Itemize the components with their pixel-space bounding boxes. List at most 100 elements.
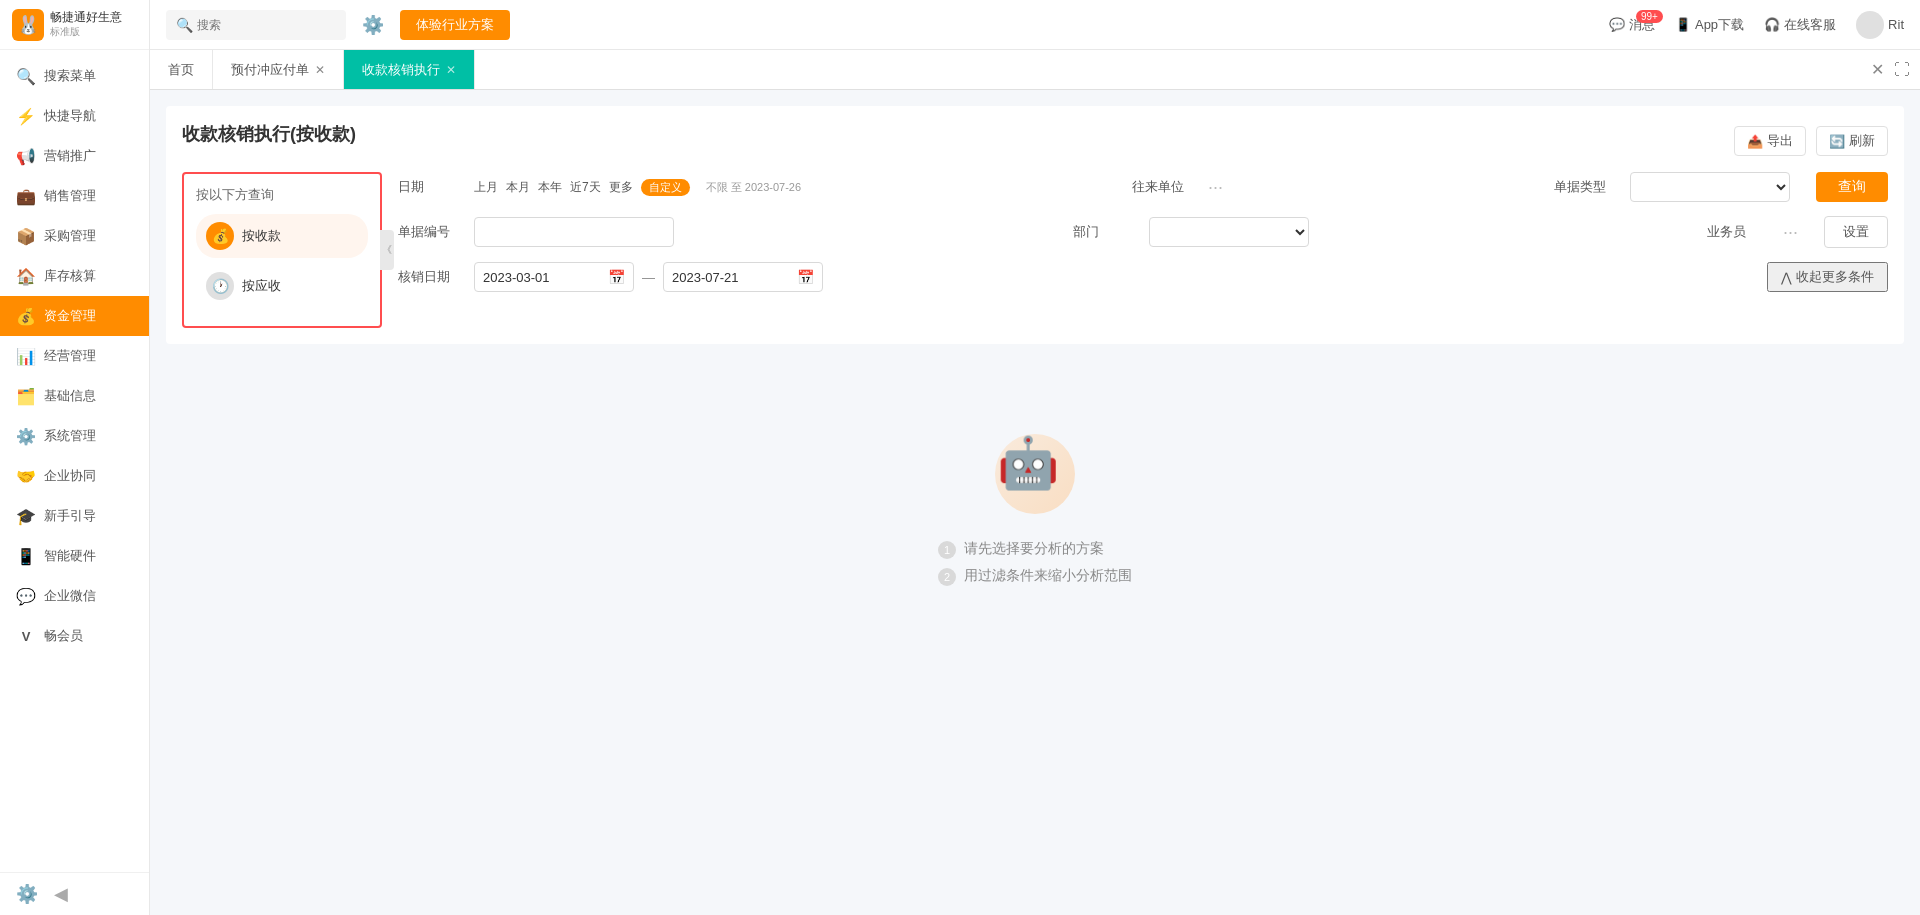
topbar-user[interactable]: Rit: [1856, 11, 1904, 39]
sidebar-item-collab[interactable]: 🤝 企业协同: [0, 456, 149, 496]
receipt-option-icon: 💰: [206, 222, 234, 250]
filter-layout: 按以下方查询 💰 按收款 🕐 按应收 《 日期: [182, 172, 1888, 328]
date-custom-badge[interactable]: 自定义: [641, 179, 690, 196]
filter-option-by-receipt[interactable]: 💰 按收款: [196, 214, 368, 258]
collapse-sidebar-icon[interactable]: ◀: [54, 883, 68, 905]
sidebar-item-member[interactable]: V 畅会员: [0, 616, 149, 656]
export-label: 导出: [1767, 132, 1793, 150]
filter-row-2: 单据编号 部门 业务员 ··· 设置: [398, 216, 1888, 248]
sidebar-item-finance[interactable]: 💰 资金管理: [0, 296, 149, 336]
verify-date-start-wrap[interactable]: 📅: [474, 262, 634, 292]
filter-row-3: 核销日期 📅 — 📅: [398, 262, 1888, 292]
logo-icon: 🐰: [12, 9, 44, 41]
system-icon: ⚙️: [16, 426, 36, 446]
voucher-type-select[interactable]: [1630, 172, 1790, 202]
sidebar-item-label: 快捷导航: [44, 107, 96, 125]
search-icon: 🔍: [176, 17, 193, 33]
voucher-no-input[interactable]: [474, 217, 674, 247]
sidebar-item-label: 新手引导: [44, 507, 96, 525]
topbar-service[interactable]: 🎧 在线客服: [1764, 16, 1836, 34]
purchase-icon: 📦: [16, 226, 36, 246]
solution-button[interactable]: 体验行业方案: [400, 10, 510, 40]
empty-tip-2: 2 用过滤条件来缩小分析范围: [938, 567, 1132, 586]
verify-date-end-input[interactable]: [672, 270, 793, 285]
sales-icon: 💼: [16, 186, 36, 206]
sidebar-item-search[interactable]: 🔍 搜索菜单: [0, 56, 149, 96]
sidebar-item-marketing[interactable]: 📢 营销推广: [0, 136, 149, 176]
filter-panel-collapse-btn[interactable]: 《: [380, 230, 394, 270]
topbar-right: 💬 消息 99+ 📱 App下载 🎧 在线客服 Rit: [1609, 11, 1904, 39]
message-badge: 99+: [1636, 10, 1663, 23]
sidebar-item-sales[interactable]: 💼 销售管理: [0, 176, 149, 216]
tab-receipt-close-icon[interactable]: ✕: [446, 63, 456, 77]
dept-select[interactable]: [1149, 217, 1309, 247]
tab-close-button[interactable]: ✕: [1871, 60, 1884, 79]
sidebar-item-wechat[interactable]: 💬 企业微信: [0, 576, 149, 616]
tabbar: 首页 预付冲应付单 ✕ 收款核销执行 ✕ ✕ ⛶: [150, 50, 1920, 90]
title-bar: 收款核销执行(按收款) 📤 导出 🔄 刷新: [182, 122, 1888, 160]
main-area: 🔍 ⚙️ 体验行业方案 💬 消息 99+ 📱 App下载 🎧 在线客服 Rit: [150, 0, 1920, 915]
page-title: 收款核销执行(按收款): [182, 122, 356, 146]
sidebar-item-label: 企业微信: [44, 587, 96, 605]
sidebar-item-label: 资金管理: [44, 307, 96, 325]
empty-robot-icon: 🤖: [997, 434, 1059, 492]
sidebar-item-purchase[interactable]: 📦 采购管理: [0, 216, 149, 256]
sidebar-item-hardware[interactable]: 📱 智能硬件: [0, 536, 149, 576]
logo-area: 🐰 畅捷通好生意 标准版: [0, 0, 149, 50]
topbar-search-box[interactable]: 🔍: [166, 10, 346, 40]
calendar-icon-end[interactable]: 📅: [797, 269, 814, 285]
sidebar-item-quicknav[interactable]: ⚡ 快捷导航: [0, 96, 149, 136]
filter-option-receivable-label: 按应收: [242, 277, 281, 295]
dept-label: 部门: [1073, 223, 1133, 241]
topbar-message[interactable]: 💬 消息 99+: [1609, 16, 1655, 34]
calendar-icon-start[interactable]: 📅: [608, 269, 625, 285]
collapse-more-button[interactable]: ⋀ 收起更多条件: [1767, 262, 1888, 292]
topbar-search-input[interactable]: [197, 18, 336, 32]
date-link-this-month[interactable]: 本月: [506, 179, 530, 196]
tab-prepay-label: 预付冲应付单: [231, 61, 309, 79]
tip-num-1: 1: [938, 541, 956, 559]
page-content: 收款核销执行(按收款) 📤 导出 🔄 刷新 按以下方查询: [150, 90, 1920, 915]
sidebar-item-system[interactable]: ⚙️ 系统管理: [0, 416, 149, 456]
sidebar-item-label: 采购管理: [44, 227, 96, 245]
verify-date-end-wrap[interactable]: 📅: [663, 262, 823, 292]
basic-icon: 🗂️: [16, 386, 36, 406]
export-button[interactable]: 📤 导出: [1734, 126, 1806, 156]
date-link-more[interactable]: 更多: [609, 179, 633, 196]
date-link-last-month[interactable]: 上月: [474, 179, 498, 196]
tab-home[interactable]: 首页: [150, 50, 213, 89]
tab-receipt-label: 收款核销执行: [362, 61, 440, 79]
voucher-no-label: 单据编号: [398, 223, 458, 241]
filter-left-title: 按以下方查询: [196, 186, 368, 204]
member-icon: V: [16, 626, 36, 646]
wechat-icon: 💬: [16, 586, 36, 606]
tab-prepay-close-icon[interactable]: ✕: [315, 63, 325, 77]
settings-icon[interactable]: ⚙️: [16, 883, 38, 905]
sidebar-item-label: 基础信息: [44, 387, 96, 405]
staff-dots-icon[interactable]: ···: [1783, 222, 1798, 243]
sidebar-nav: 🔍 搜索菜单 ⚡ 快捷导航 📢 营销推广 💼 销售管理 📦 采购管理 🏠 库存核…: [0, 50, 149, 872]
tab-receipt[interactable]: 收款核销执行 ✕: [344, 50, 475, 89]
verify-date-start-input[interactable]: [483, 270, 604, 285]
tab-home-label: 首页: [168, 61, 194, 79]
unit-dots-icon[interactable]: ···: [1208, 177, 1223, 198]
query-button[interactable]: 查询: [1816, 172, 1888, 202]
settings-button[interactable]: 设置: [1824, 216, 1888, 248]
inventory-icon: 🏠: [16, 266, 36, 286]
filter-row-1: 日期 上月 本月 本年 近7天 更多 自定义: [398, 172, 1888, 202]
tab-prepay[interactable]: 预付冲应付单 ✕: [213, 50, 344, 89]
sidebar-item-management[interactable]: 📊 经营管理: [0, 336, 149, 376]
date-link-7days[interactable]: 近7天: [570, 179, 601, 196]
filter-option-by-receivable[interactable]: 🕐 按应收: [196, 264, 368, 308]
sidebar-item-inventory[interactable]: 🏠 库存核算: [0, 256, 149, 296]
verify-date-range: 📅 — 📅: [474, 262, 823, 292]
topbar-gear-icon[interactable]: ⚙️: [362, 14, 384, 36]
topbar-app-download[interactable]: 📱 App下载: [1675, 16, 1744, 34]
sidebar-item-guide[interactable]: 🎓 新手引导: [0, 496, 149, 536]
logo-text-area: 畅捷通好生意 标准版: [50, 10, 122, 40]
marketing-icon: 📢: [16, 146, 36, 166]
tab-expand-button[interactable]: ⛶: [1894, 61, 1910, 79]
date-link-this-year[interactable]: 本年: [538, 179, 562, 196]
sidebar-item-basic[interactable]: 🗂️ 基础信息: [0, 376, 149, 416]
refresh-button[interactable]: 🔄 刷新: [1816, 126, 1888, 156]
